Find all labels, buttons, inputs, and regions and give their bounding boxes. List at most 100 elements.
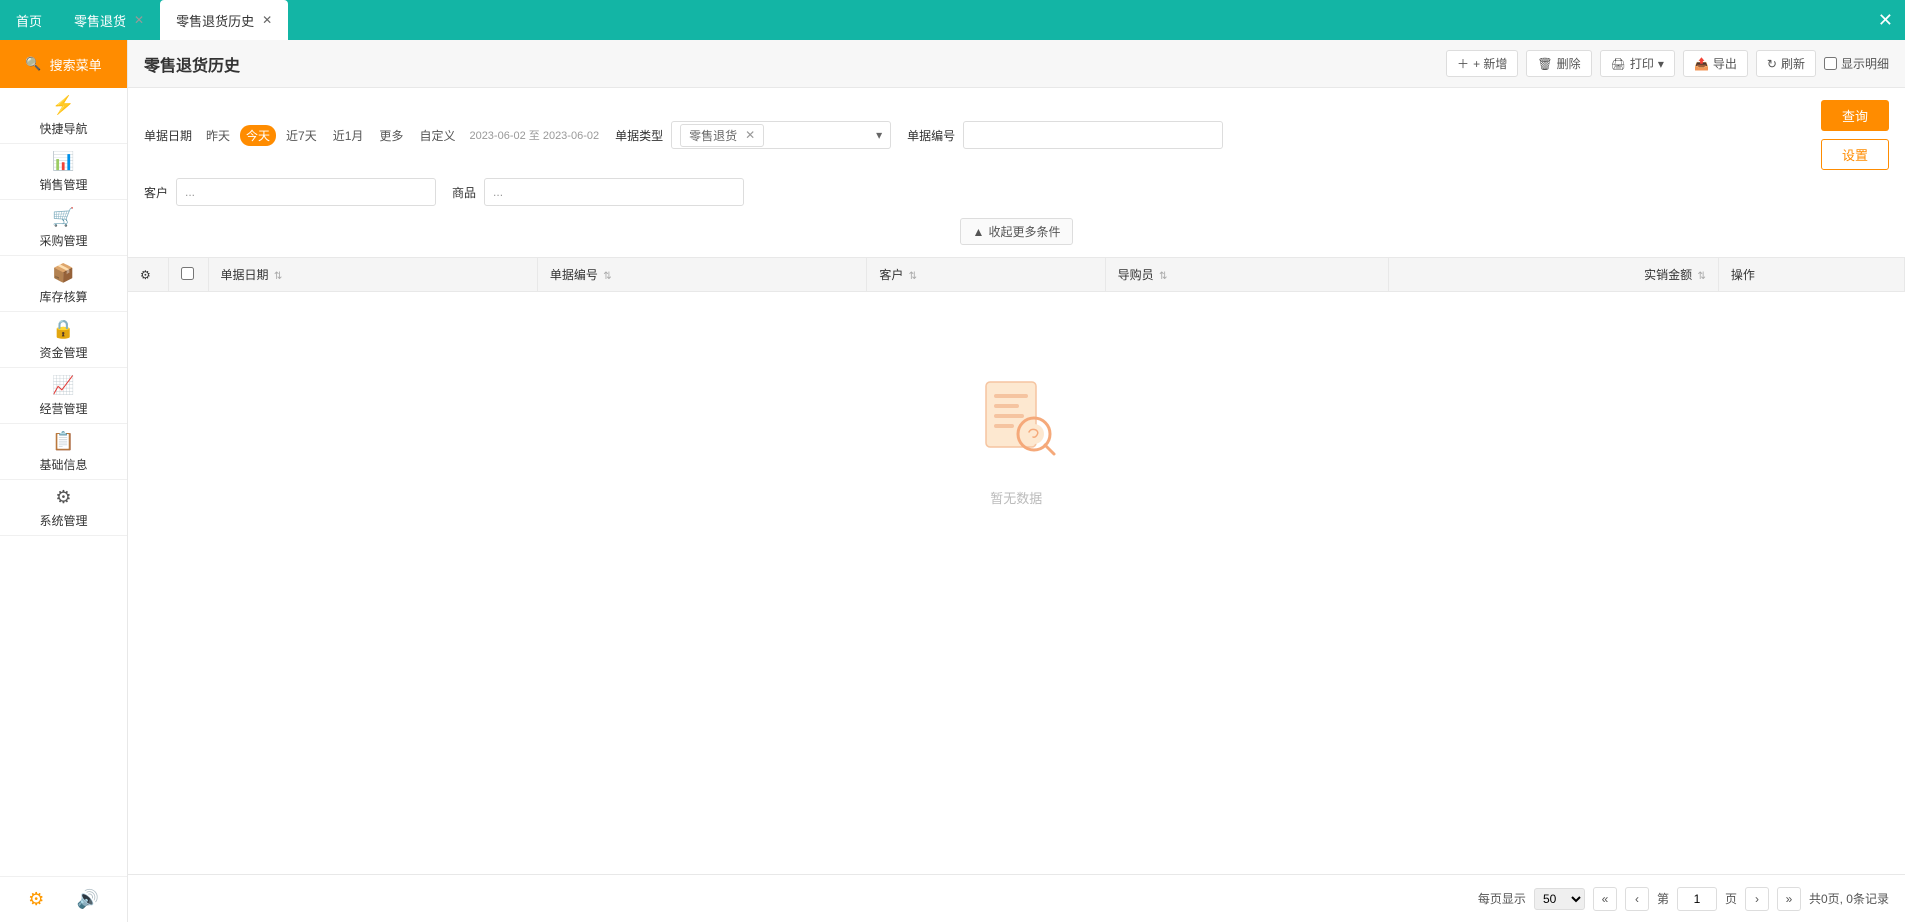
date-filter-label: 单据日期 [144,127,192,144]
column-settings-icon[interactable]: ⚙ [140,268,151,282]
tab-retail-return-label: 零售退货 [74,11,126,30]
goods-input[interactable]: ... [484,178,744,206]
th-customer-sort-icon: ⇅ [909,271,917,282]
sales-icon: 📊 [52,151,74,172]
voucher-type-tag-value: 零售退货 [689,127,737,144]
delete-button[interactable]: 🗑 删除 [1526,50,1591,77]
sidebar-item-quick-nav[interactable]: ⚡ 快捷导航 [0,88,127,144]
query-button[interactable]: 查询 [1821,100,1889,131]
next-page-icon: › [1755,892,1759,906]
voucher-type-label: 单据类型 [615,127,663,144]
date-btn-7days[interactable]: 近7天 [280,125,323,146]
top-tab-bar: 首页 零售退货 ✕ 零售退货历史 ✕ ✕ [0,0,1905,40]
voucher-type-tag: 零售退货 ✕ [680,124,764,147]
data-table: ⚙ 单据日期 ⇅ 单据编号 ⇅ [128,258,1905,587]
settings-button[interactable]: 设置 [1821,139,1889,170]
th-no-label: 单据编号 [550,268,598,282]
collapse-filter-button[interactable]: ▲ 收起更多条件 [960,218,1074,245]
sidebar-item-sales-mgmt[interactable]: 📊 销售管理 [0,144,127,200]
empty-state-text: 暂无数据 [990,488,1042,507]
main-layout: 🔍 搜索菜单 ⚡ 快捷导航 📊 销售管理 🛒 采购管理 📦 库存核算 🔒 资金管… [0,40,1905,922]
export-label: 导出 [1713,55,1737,72]
delete-label: 删除 [1557,55,1581,72]
th-no[interactable]: 单据编号 ⇅ [537,258,866,292]
tab-home[interactable]: 首页 [0,0,58,40]
th-check[interactable] [168,258,208,292]
purchase-icon: 🛒 [52,207,74,228]
print-button[interactable]: 🖨 打印 ▾ [1600,50,1675,77]
voucher-no-filter: 单据编号 [907,121,1223,149]
sidebar-search[interactable]: 🔍 搜索菜单 [0,40,127,88]
customer-input[interactable]: ... [176,178,436,206]
th-amount-label: 实销金额 [1644,268,1692,282]
sidebar-item-system-label: 系统管理 [39,512,87,529]
tab-retail-return[interactable]: 零售退货 ✕ [58,0,160,40]
date-btn-yesterday[interactable]: 昨天 [200,125,236,146]
date-btn-more[interactable]: 更多 [373,125,409,146]
customer-filter-label: 客户 [144,184,168,201]
tab-retail-return-history[interactable]: 零售退货历史 ✕ [160,0,288,40]
settings-gear-icon[interactable]: ⚙ [28,889,44,910]
sound-icon[interactable]: 🔊 [76,889,98,910]
th-amount[interactable]: 实销金额 ⇅ [1389,258,1718,292]
sidebar-item-operations[interactable]: 📈 经营管理 [0,368,127,424]
show-detail-checkbox[interactable] [1824,57,1837,70]
th-guide-label: 导购员 [1118,268,1154,282]
sidebar-item-inventory[interactable]: 📦 库存核算 [0,256,127,312]
refresh-button[interactable]: ↻ 刷新 [1756,50,1816,77]
empty-state-illustration [966,372,1066,472]
export-icon: 📤 [1694,57,1709,71]
th-date[interactable]: 单据日期 ⇅ [208,258,537,292]
prev-page-button[interactable]: ‹ [1625,887,1649,911]
current-page-input[interactable] [1677,887,1717,911]
voucher-type-tag-remove[interactable]: ✕ [745,128,755,142]
tab-retail-return-close[interactable]: ✕ [134,13,144,27]
last-page-button[interactable]: » [1777,887,1801,911]
th-settings[interactable]: ⚙ [128,258,168,292]
customer-placeholder: ... [185,185,195,199]
voucher-type-select[interactable]: 零售退货 ✕ ▾ [671,121,891,149]
sidebar-item-purchase-mgmt[interactable]: 🛒 采购管理 [0,200,127,256]
sidebar-item-finance[interactable]: 🔒 资金管理 [0,312,127,368]
select-all-checkbox[interactable] [181,267,194,280]
th-date-sort-icon: ⇅ [274,271,282,282]
sidebar-bottom: ⚙ 🔊 [0,876,127,922]
next-page-button[interactable]: › [1745,887,1769,911]
page-title: 零售退货历史 [144,52,240,76]
window-close-button[interactable]: ✕ [1878,10,1893,31]
collapse-label: 收起更多条件 [988,223,1060,240]
total-records: 共0页, 0条记录 [1809,890,1889,907]
first-page-icon: « [1602,892,1609,906]
sidebar-item-purchase-label: 采购管理 [39,232,87,249]
date-filter: 单据日期 昨天 今天 近7天 近1月 更多 自定义 2023-06-02 至 2… [144,125,599,146]
new-button[interactable]: ＋ + 新增 [1446,50,1518,77]
export-button[interactable]: 📤 导出 [1683,50,1748,77]
sidebar-item-operations-label: 经营管理 [39,400,87,417]
page-label: 第 [1657,890,1669,907]
voucher-no-input[interactable] [963,121,1223,149]
voucher-no-label: 单据编号 [907,127,955,144]
date-btn-custom[interactable]: 自定义 [413,125,461,146]
voucher-type-filter: 单据类型 零售退货 ✕ ▾ [615,121,891,149]
content-area: 零售退货历史 ＋ + 新增 🗑 删除 🖨 打印 ▾ 📤 导出 [128,40,1905,922]
goods-placeholder: ... [493,185,503,199]
tab-retail-return-history-label: 零售退货历史 [176,11,254,30]
page-size-select[interactable]: 20 50 100 [1534,888,1585,910]
sidebar-item-base-info[interactable]: 📋 基础信息 [0,424,127,480]
date-btn-today[interactable]: 今天 [240,125,276,146]
th-guide[interactable]: 导购员 ⇅ [1105,258,1389,292]
tab-retail-return-history-close[interactable]: ✕ [262,13,272,27]
sidebar-item-base-info-label: 基础信息 [39,456,87,473]
goods-filter-label: 商品 [452,184,476,201]
table-container: ⚙ 单据日期 ⇅ 单据编号 ⇅ [128,258,1905,874]
sidebar-item-system-mgmt[interactable]: ⚙ 系统管理 [0,480,127,536]
show-detail-checkbox-label[interactable]: 显示明细 [1824,55,1889,72]
date-btn-1month[interactable]: 近1月 [327,125,370,146]
sidebar-item-quick-nav-label: 快捷导航 [39,120,87,137]
sidebar-item-finance-label: 资金管理 [39,344,87,361]
th-customer[interactable]: 客户 ⇅ [867,258,1105,292]
th-no-sort-icon: ⇅ [603,271,611,282]
voucher-type-chevron-icon: ▾ [876,128,882,142]
first-page-button[interactable]: « [1593,887,1617,911]
sidebar: 🔍 搜索菜单 ⚡ 快捷导航 📊 销售管理 🛒 采购管理 📦 库存核算 🔒 资金管… [0,40,128,922]
